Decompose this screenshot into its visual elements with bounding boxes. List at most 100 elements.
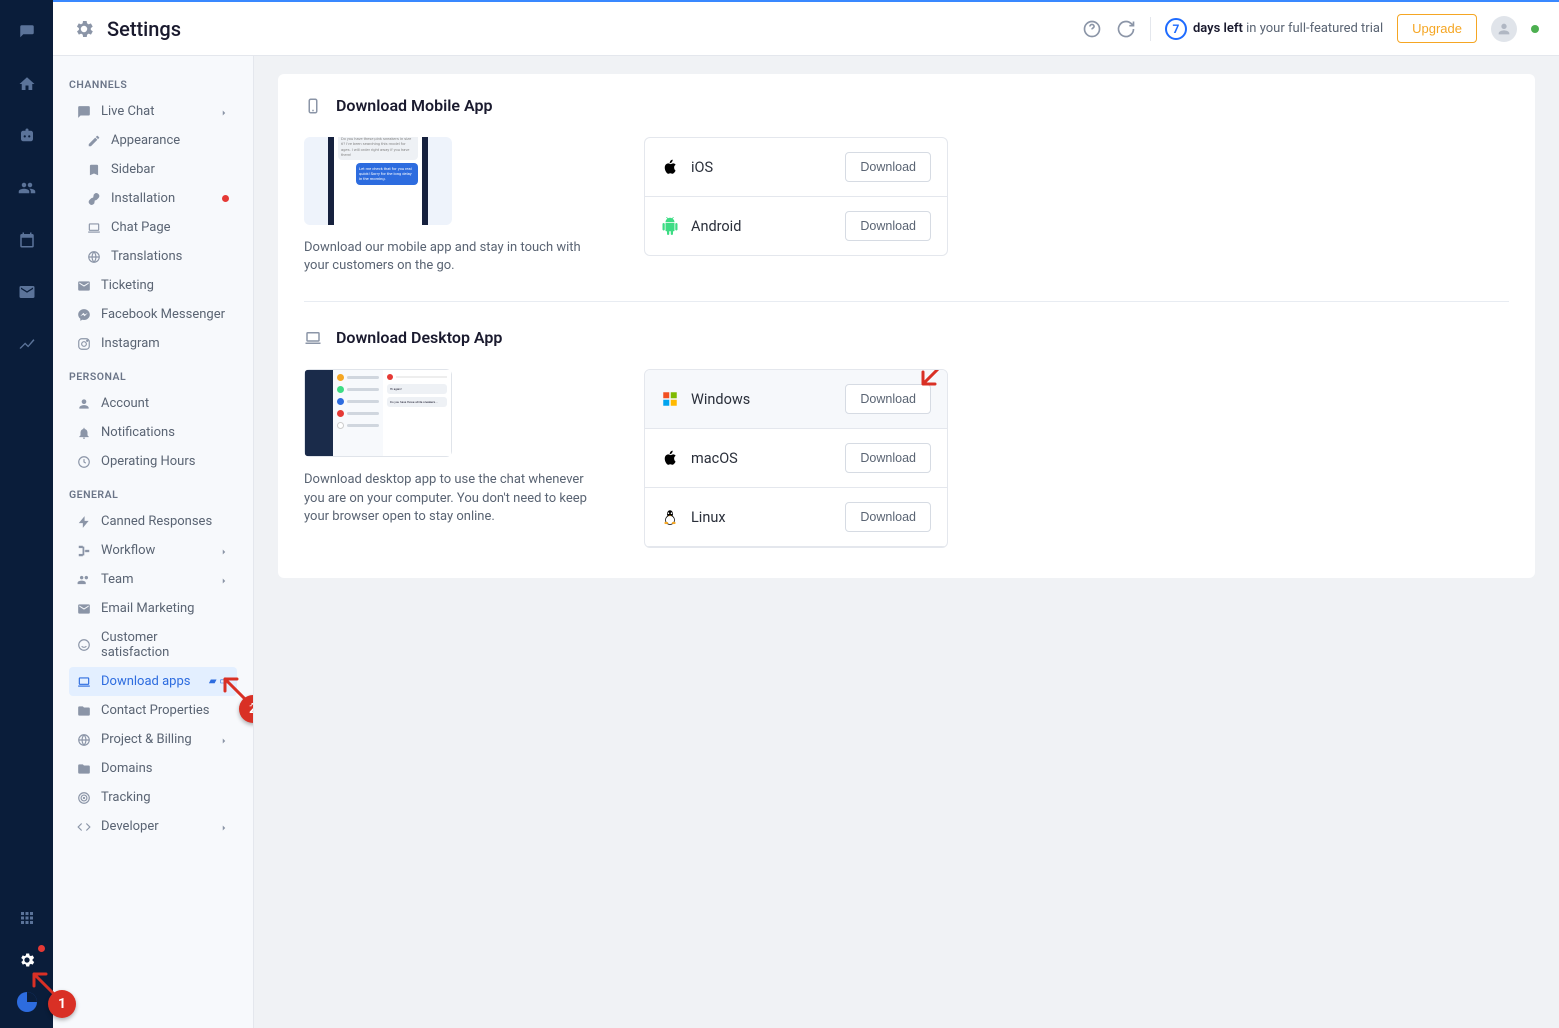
rail-brand[interactable] [13, 988, 41, 1016]
chat-bubble-icon [77, 105, 91, 119]
android-icon [661, 217, 679, 235]
sidebar-item-label: Tracking [101, 790, 151, 805]
sidebar-item-label: Team [101, 572, 134, 587]
sidebar-item-operating-hours[interactable]: Operating Hours [69, 447, 237, 476]
sidebar-item-download-apps[interactable]: Download apps▰▭2 [69, 667, 237, 696]
sidebar-item-account[interactable]: Account [69, 389, 237, 418]
sidebar-item-label: Chat Page [111, 220, 171, 235]
sidebar-item-live-chat[interactable]: Live Chat [69, 97, 237, 126]
download-android-button[interactable]: Download [845, 211, 931, 241]
rail-mail[interactable] [13, 278, 41, 306]
os-label: Windows [691, 391, 750, 408]
refresh-icon[interactable] [1116, 19, 1136, 39]
sidebar-item-contact-properties[interactable]: Contact Properties [69, 696, 237, 725]
sidebar-item-sidebar[interactable]: Sidebar [69, 155, 237, 184]
sidebar-item-project-billing[interactable]: Project & Billing [69, 725, 237, 754]
sidebar-item-label: Facebook Messenger [101, 307, 225, 322]
linux-icon [661, 508, 679, 526]
dl-row-windows: Windows Download [645, 370, 947, 429]
target-icon [77, 791, 91, 805]
rail-inbox[interactable] [13, 18, 41, 46]
dl-row-macos: macOS Download [645, 429, 947, 488]
mobile-desc: Download our mobile app and stay in touc… [304, 239, 604, 275]
globe-icon [87, 250, 101, 264]
sidebar-item-developer[interactable]: Developer [69, 812, 237, 841]
top-bar: Settings 7 days left in your full-featur… [53, 0, 1559, 56]
desktop-title: Download Desktop App [336, 328, 502, 347]
download-windows-button[interactable]: Download [845, 384, 931, 414]
divider [1150, 17, 1151, 41]
desktop-desc: Download desktop app to use the chat whe… [304, 471, 604, 526]
sidebar-item-label: Live Chat [101, 104, 154, 119]
person-icon [77, 397, 91, 411]
trial-badge: 7 days left in your full-featured trial [1165, 18, 1383, 40]
rail-analytics[interactable] [13, 330, 41, 358]
help-icon[interactable] [1082, 19, 1102, 39]
rail-calendar[interactable] [13, 226, 41, 254]
pencil-icon [87, 134, 101, 148]
sidebar-item-canned-responses[interactable]: Canned Responses [69, 507, 237, 536]
mobile-download-table: iOS Download Android Download [644, 137, 948, 256]
sidebar-item-instagram[interactable]: Instagram [69, 329, 237, 358]
download-linux-button[interactable]: Download [845, 502, 931, 532]
sidebar-item-customer-satisfaction[interactable]: Customer satisfaction [69, 623, 237, 667]
code-icon [77, 820, 91, 834]
sidebar-item-translations[interactable]: Translations [69, 242, 237, 271]
mail-icon [77, 279, 91, 293]
trial-days-number: 7 [1165, 18, 1187, 40]
dl-row-android: Android Download [645, 197, 947, 255]
mobile-section: Download Mobile App Msell Pro Hi again! … [304, 96, 1509, 302]
status-dot [1531, 25, 1539, 33]
chevron-right-icon [219, 822, 229, 832]
os-label: Linux [691, 509, 726, 526]
link-icon [87, 192, 101, 206]
os-label: Android [691, 218, 741, 235]
sidebar-item-label: Email Marketing [101, 601, 194, 616]
upgrade-button[interactable]: Upgrade [1397, 14, 1477, 43]
desktop-preview: Hi again! Do you have those white sneake… [304, 369, 452, 457]
folder-icon [77, 762, 91, 776]
sidebar-item-email-marketing[interactable]: Email Marketing [69, 594, 237, 623]
sidebar-item-tracking[interactable]: Tracking [69, 783, 237, 812]
flow-icon [77, 544, 91, 558]
mobile-title: Download Mobile App [336, 96, 492, 115]
sidebar-item-domains[interactable]: Domains [69, 754, 237, 783]
sidebar-item-ticketing[interactable]: Ticketing [69, 271, 237, 300]
sidebar-item-workflow[interactable]: Workflow [69, 536, 237, 565]
sidebar-item-label: Domains [101, 761, 152, 776]
rail-home[interactable] [13, 70, 41, 98]
download-panel: Download Mobile App Msell Pro Hi again! … [278, 74, 1535, 578]
rail-bot[interactable] [13, 122, 41, 150]
sidebar-item-label: Appearance [111, 133, 180, 148]
mobile-preview: Msell Pro Hi again! Do you have these pi… [304, 137, 452, 225]
sidebar-item-installation[interactable]: Installation [69, 184, 237, 213]
rail-apps[interactable] [13, 904, 41, 932]
laptop-icon [87, 221, 101, 235]
globe-icon [77, 733, 91, 747]
rail-contacts[interactable] [13, 174, 41, 202]
sidebar-item-notifications[interactable]: Notifications [69, 418, 237, 447]
avatar[interactable] [1491, 16, 1517, 42]
sidebar-item-chat-page[interactable]: Chat Page [69, 213, 237, 242]
content-area: Download Mobile App Msell Pro Hi again! … [254, 56, 1559, 1028]
mail-icon [77, 602, 91, 616]
laptop-icon [77, 675, 91, 689]
sidebar-item-label: Instagram [101, 336, 160, 351]
smile-icon [77, 638, 91, 652]
download-macos-button[interactable]: Download [845, 443, 931, 473]
sidebar-item-label: Project & Billing [101, 732, 192, 747]
sidebar-item-label: Contact Properties [101, 703, 210, 718]
chevron-right-icon [219, 546, 229, 556]
download-ios-button[interactable]: Download [845, 152, 931, 182]
chevron-right-icon [219, 575, 229, 585]
sidebar-item-facebook-messenger[interactable]: Facebook Messenger [69, 300, 237, 329]
sidebar-heading: PERSONAL [69, 362, 237, 389]
dl-row-ios: iOS Download [645, 138, 947, 197]
sidebar-item-appearance[interactable]: Appearance [69, 126, 237, 155]
annotation-2: 2 [239, 695, 254, 723]
rail-settings[interactable] [13, 946, 41, 974]
os-label: macOS [691, 450, 738, 467]
sidebar-item-label: Download apps [101, 674, 190, 689]
instagram-icon [77, 337, 91, 351]
sidebar-item-team[interactable]: Team [69, 565, 237, 594]
